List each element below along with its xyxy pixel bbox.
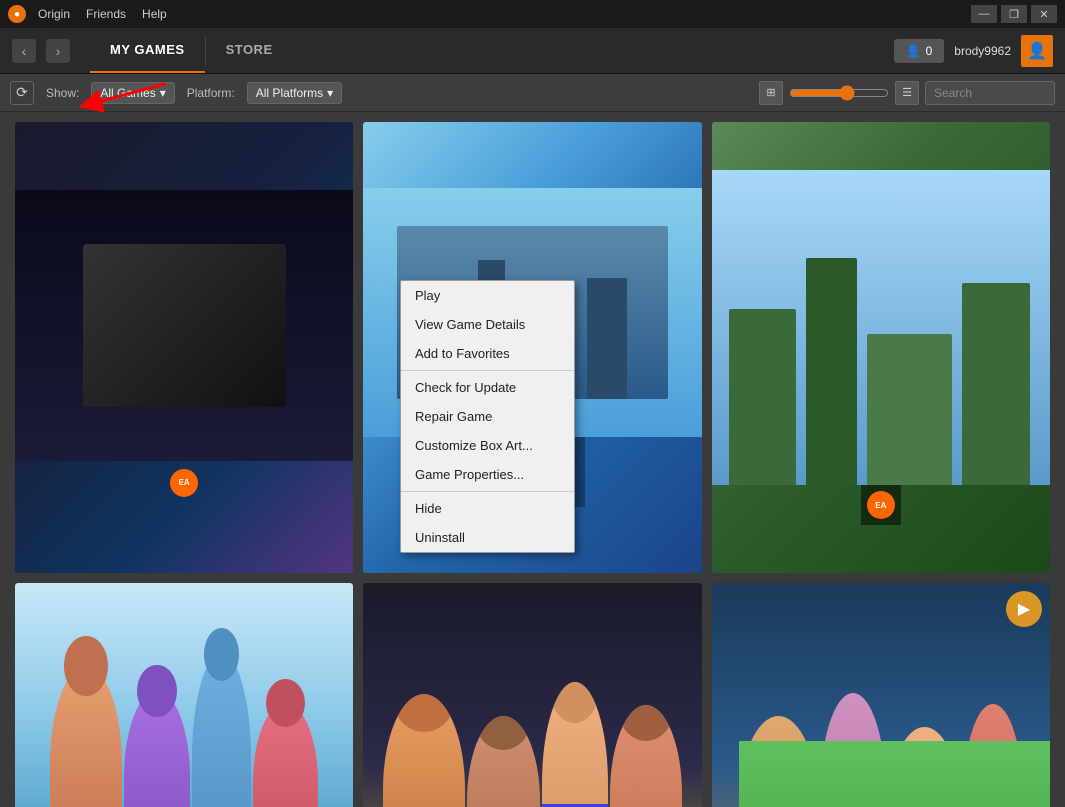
- ctx-uninstall[interactable]: Uninstall: [401, 523, 574, 552]
- game-art-sims3: The SIMS 3 maxis EA: [15, 583, 353, 807]
- ea-badge-city: EA: [867, 491, 895, 519]
- app-logo: ●: [8, 5, 26, 23]
- minimize-button[interactable]: —: [971, 5, 997, 23]
- search-input[interactable]: [925, 81, 1055, 105]
- ctx-separator-1: [401, 370, 574, 371]
- platform-dropdown[interactable]: All Platforms ▾: [247, 82, 342, 104]
- game-art-city: EA: [712, 122, 1050, 573]
- show-dropdown[interactable]: All Games ▾: [91, 82, 174, 104]
- friends-icon: 👤: [906, 44, 921, 58]
- size-slider[interactable]: [789, 85, 889, 101]
- nav-forward-button[interactable]: ›: [46, 39, 70, 63]
- friends-count: 0: [926, 44, 933, 58]
- ea-badge-dark: EA: [170, 469, 198, 497]
- tab-store[interactable]: STORE: [206, 28, 293, 73]
- grid-view-button[interactable]: ⊞: [759, 81, 783, 105]
- nav-tabs: MY GAMES STORE: [90, 28, 293, 73]
- user-avatar[interactable]: 👤: [1021, 35, 1053, 67]
- game-card-dark[interactable]: EA: [15, 122, 353, 573]
- view-controls: ⊞ ☰: [759, 81, 1055, 105]
- username-label: brody9962: [954, 44, 1011, 58]
- ctx-separator-2: [401, 491, 574, 492]
- nav-right: 👤 0 brody9962 👤: [894, 35, 1053, 67]
- ctx-customize-art[interactable]: Customize Box Art...: [401, 431, 574, 460]
- play-badge-icon: ▶: [1006, 591, 1042, 627]
- close-button[interactable]: ✕: [1031, 5, 1057, 23]
- platform-value: All Platforms: [256, 86, 323, 100]
- friends-button[interactable]: 👤 0: [894, 39, 945, 63]
- title-bar: ● Origin Friends Help — ❐ ✕: [0, 0, 1065, 28]
- show-label: Show:: [46, 86, 79, 100]
- menu-help[interactable]: Help: [142, 7, 167, 21]
- ctx-game-properties[interactable]: Game Properties...: [401, 460, 574, 489]
- nav-bar: ‹ › MY GAMES STORE 👤 0 brody9962 👤: [0, 28, 1065, 74]
- ctx-repair-game[interactable]: Repair Game: [401, 402, 574, 431]
- maximize-button[interactable]: ❐: [1001, 5, 1027, 23]
- show-chevron-icon: ▾: [160, 86, 166, 100]
- ctx-add-favorites[interactable]: Add to Favorites: [401, 339, 574, 368]
- game-card-sims4[interactable]: The SIMS 4 maxis EA: [363, 583, 701, 807]
- refresh-button[interactable]: ⟳: [10, 81, 34, 105]
- game-card-sims4-demo[interactable]: ▶ The SIMS 4 CREA: [712, 583, 1050, 807]
- platform-label: Platform:: [187, 86, 235, 100]
- toolbar: ⟳ Show: All Games ▾ Platform: All Platfo…: [0, 74, 1065, 112]
- show-value: All Games: [100, 86, 155, 100]
- game-art-dark: EA: [15, 122, 353, 573]
- platform-chevron-icon: ▾: [327, 86, 333, 100]
- list-view-button[interactable]: ☰: [895, 81, 919, 105]
- ctx-hide[interactable]: Hide: [401, 494, 574, 523]
- tab-my-games[interactable]: MY GAMES: [90, 28, 205, 73]
- menu-origin[interactable]: Origin: [38, 7, 70, 21]
- title-bar-controls: — ❐ ✕: [971, 5, 1057, 23]
- title-bar-menu: Origin Friends Help: [38, 7, 167, 21]
- game-art-sims4-demo: ▶ The SIMS 4 CREA: [712, 583, 1050, 807]
- ctx-play[interactable]: Play: [401, 281, 574, 310]
- game-art-sims4: The SIMS 4 maxis EA: [363, 583, 701, 807]
- title-bar-left: ● Origin Friends Help: [8, 5, 167, 23]
- ctx-check-update[interactable]: Check for Update: [401, 373, 574, 402]
- game-card-sims3[interactable]: The SIMS 3 maxis EA: [15, 583, 353, 807]
- menu-friends[interactable]: Friends: [86, 7, 126, 21]
- ctx-view-game-details[interactable]: View Game Details: [401, 310, 574, 339]
- nav-back-button[interactable]: ‹: [12, 39, 36, 63]
- context-menu: Play View Game Details Add to Favorites …: [400, 280, 575, 553]
- game-card-city[interactable]: EA: [712, 122, 1050, 573]
